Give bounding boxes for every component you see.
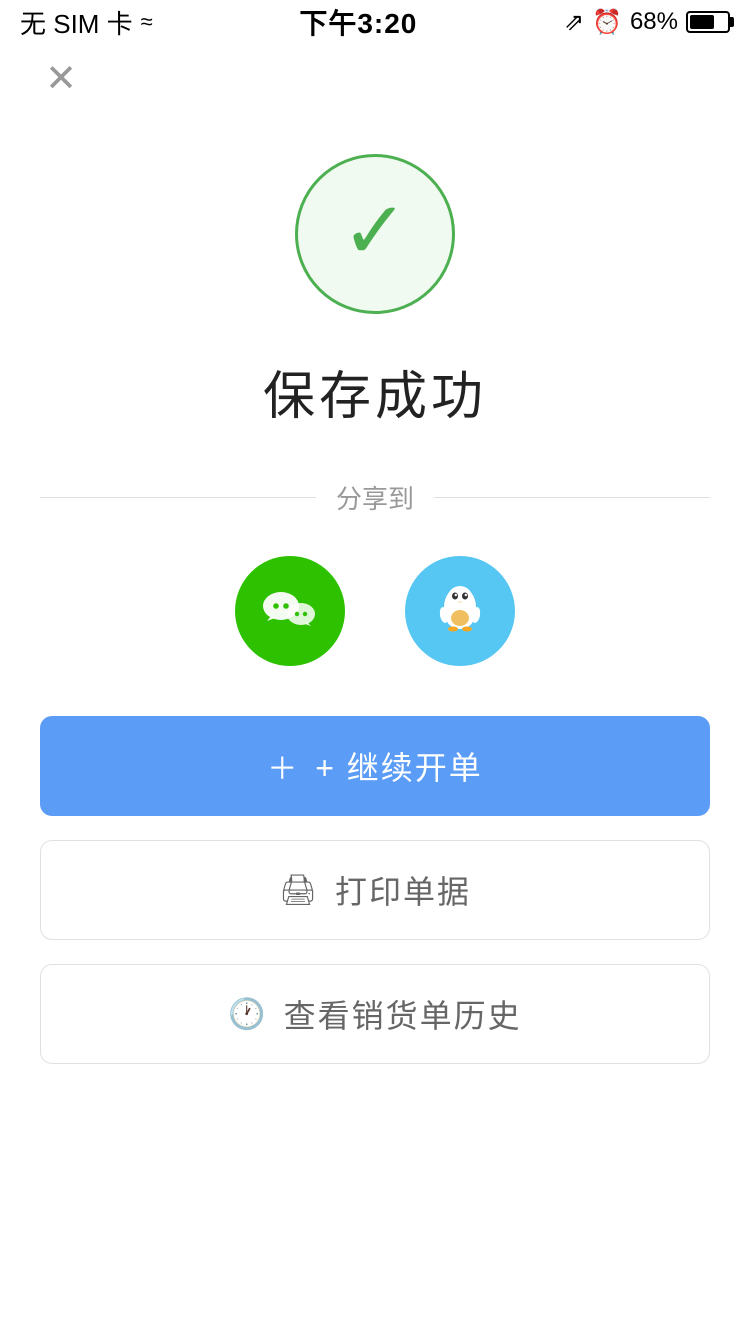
success-title: 保存成功 xyxy=(263,354,487,429)
wifi-icon: ≈ xyxy=(141,9,153,35)
status-bar: 无 SIM 卡 ≈ 下午3:20 ⇗ ⏰ 68% xyxy=(0,0,750,44)
share-divider: 分享到 xyxy=(40,479,710,516)
clock: 下午3:20 xyxy=(299,2,417,42)
divider-right xyxy=(434,497,710,498)
checkmark-icon: ✓ xyxy=(341,191,408,271)
location-icon: ⇗ xyxy=(564,8,584,37)
history-button[interactable]: 🕐 查看销货单历史 xyxy=(40,964,710,1064)
continue-order-button[interactable]: ＋ + 继续开单 xyxy=(40,716,710,816)
clock-icon: 🕐 xyxy=(228,997,267,1032)
close-button[interactable]: ✕ xyxy=(36,54,86,104)
battery-fill xyxy=(690,15,714,29)
share-section: 分享到 xyxy=(40,479,710,666)
close-icon: ✕ xyxy=(45,60,77,98)
wechat-share-button[interactable] xyxy=(235,556,345,666)
qq-share-button[interactable] xyxy=(405,556,515,666)
battery-bar xyxy=(686,11,730,33)
history-label: 查看销货单历史 xyxy=(284,991,522,1037)
status-left: 无 SIM 卡 ≈ xyxy=(20,4,153,41)
print-label: 打印单据 xyxy=(335,867,471,913)
printer-icon: 🖨 xyxy=(279,873,319,908)
qq-icon xyxy=(430,581,490,641)
carrier-label: 无 SIM 卡 xyxy=(20,4,133,41)
continue-order-label: + 继续开单 xyxy=(315,743,483,789)
alarm-icon: ⏰ xyxy=(592,8,622,37)
share-label: 分享到 xyxy=(336,479,414,516)
status-right: ⇗ ⏰ 68% xyxy=(564,8,730,37)
battery-icon xyxy=(686,11,730,33)
top-nav: ✕ xyxy=(0,44,750,114)
plus-icon: ＋ xyxy=(267,744,299,788)
print-button[interactable]: 🖨 打印单据 xyxy=(40,840,710,940)
wechat-icon xyxy=(257,578,323,644)
share-icons xyxy=(40,556,710,666)
divider-left xyxy=(40,497,316,498)
success-icon-circle: ✓ xyxy=(295,154,455,314)
action-buttons: ＋ + 继续开单 🖨 打印单据 🕐 查看销货单历史 xyxy=(40,716,710,1064)
battery-percent: 68% xyxy=(630,8,678,36)
main-content: ✓ 保存成功 分享到 xyxy=(0,114,750,1334)
